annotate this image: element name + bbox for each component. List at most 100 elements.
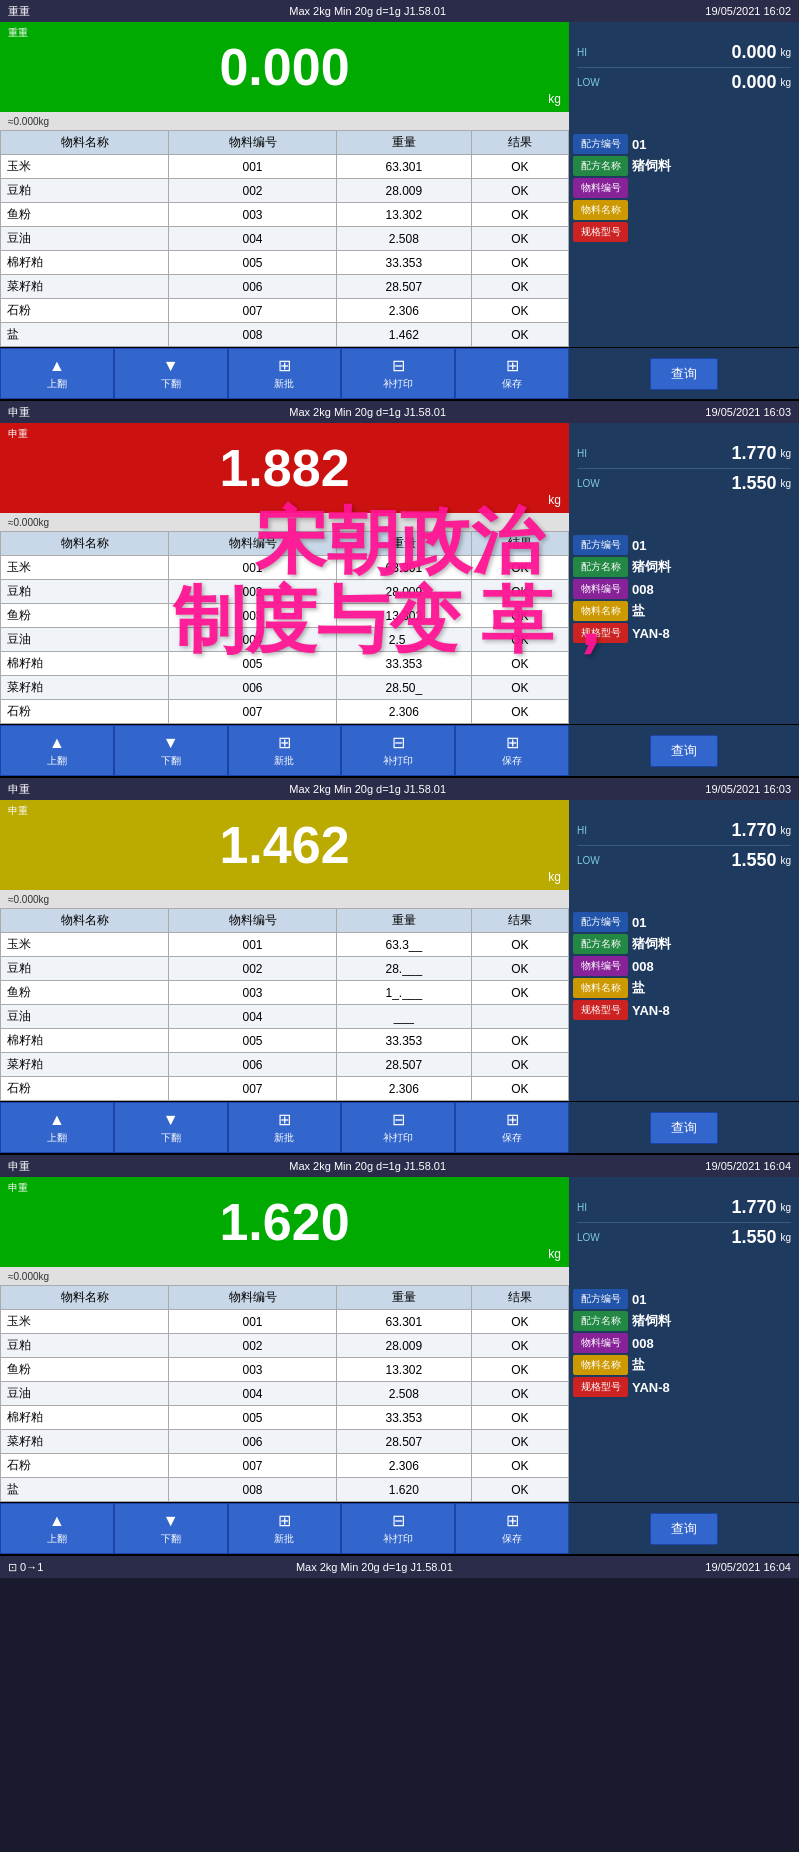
table-cell: 棉籽粕 (1, 1029, 169, 1053)
panel-label-red: 规格型号 (573, 222, 628, 242)
table-row: 豆油0042.5__OK (1, 628, 569, 652)
btn-label-0: 上翻 (47, 377, 67, 391)
table-row: 盐0081.462OK (1, 323, 569, 347)
btn-bar-right: 查询 (569, 1503, 799, 1554)
panel-row: 物料名称 (573, 200, 795, 220)
action-btn-3[interactable]: ⊟ 补打印 (341, 348, 455, 399)
screen-block-1: 申重 Max 2kg Min 20g d=1g J1.58.01 19/05/2… (0, 401, 799, 778)
table-cell: 006 (169, 1430, 337, 1454)
panel-row: 配方名称 猪饲料 (573, 156, 795, 176)
btn-label-2: 新批 (274, 377, 294, 391)
action-btn-1[interactable]: ▼ 下翻 (114, 1503, 228, 1554)
table-cell: OK (471, 652, 568, 676)
table-cell: 28.507 (337, 275, 472, 299)
table-header: 物料名称 (1, 131, 169, 155)
table-cell: 33.353 (337, 1029, 472, 1053)
panel-row: 物料名称 盐 (573, 1355, 795, 1375)
table-row: 石粉0072.306OK (1, 299, 569, 323)
action-btn-4[interactable]: ⊞ 保存 (455, 1102, 569, 1153)
action-btn-2[interactable]: ⊞ 新批 (228, 725, 342, 776)
top-bar-center: Max 2kg Min 20g d=1g J1.58.01 (289, 406, 446, 418)
table-row: 鱼粉00313.302OK (1, 1358, 569, 1382)
zero-line: ≈0.000kg (0, 1267, 569, 1285)
zero-value: ≈0.000kg (8, 894, 49, 905)
table-row: 盐0081.620OK (1, 1478, 569, 1502)
panel-row: 配方名称 猪饲料 (573, 557, 795, 577)
btn-icon-1: ▼ (163, 1512, 179, 1530)
table-cell: 007 (169, 299, 337, 323)
table-row: 豆油0042.508OK (1, 227, 569, 251)
action-btn-2[interactable]: ⊞ 新批 (228, 348, 342, 399)
table-cell: OK (471, 1358, 568, 1382)
table-row: 棉籽粕00533.353OK (1, 251, 569, 275)
btn-bar-left: ▲ 上翻 ▼ 下翻 ⊞ 新批 ⊟ 补打印 ⊞ 保存 (0, 348, 569, 399)
table-cell: 石粉 (1, 1077, 169, 1101)
btn-icon-1: ▼ (163, 734, 179, 752)
low-value: 1.550 (609, 473, 776, 494)
divider (577, 67, 791, 68)
table-cell: 001 (169, 556, 337, 580)
hi-value: 0.000 (609, 42, 776, 63)
action-btn-4[interactable]: ⊞ 保存 (455, 725, 569, 776)
action-btn-3[interactable]: ⊟ 补打印 (341, 1503, 455, 1554)
action-btn-1[interactable]: ▼ 下翻 (114, 725, 228, 776)
action-btn-1[interactable]: ▼ 下翻 (114, 348, 228, 399)
table-cell: 豆油 (1, 1005, 169, 1029)
action-btn-3[interactable]: ⊟ 补打印 (341, 1102, 455, 1153)
panel-value: 盐 (632, 602, 645, 620)
action-btn-3[interactable]: ⊟ 补打印 (341, 725, 455, 776)
table-cell: 008 (169, 1478, 337, 1502)
action-btn-0[interactable]: ▲ 上翻 (0, 1503, 114, 1554)
panel-label-purple: 物料编号 (573, 1333, 628, 1353)
btn-label-4: 保存 (502, 1131, 522, 1145)
hi-value: 1.770 (609, 820, 776, 841)
table-cell: ___ (337, 1005, 472, 1029)
table-cell: OK (471, 275, 568, 299)
weight-value: 1.462 (219, 819, 349, 871)
table-cell: 棉籽粕 (1, 652, 169, 676)
weight-unit: kg (548, 493, 561, 507)
weight-side: HI 1.770 kg LOW 1.550 kg (569, 800, 799, 890)
top-bar-right: 19/05/2021 16:03 (705, 783, 791, 795)
table-row: 棉籽粕00533.353OK (1, 1406, 569, 1430)
table-cell: 28.507 (337, 1430, 472, 1454)
right-panel: 配方编号 01 配方名称 猪饲料 物料编号 008 物料名称 盐 规格型号 YA… (569, 908, 799, 1101)
query-button[interactable]: 查询 (650, 1513, 718, 1545)
query-button[interactable]: 查询 (650, 358, 718, 390)
top-bar: 重重 Max 2kg Min 20g d=1g J1.58.01 19/05/2… (0, 0, 799, 22)
btn-label-2: 新批 (274, 1131, 294, 1145)
table-cell: 63.301 (337, 556, 472, 580)
panel-row: 物料编号 008 (573, 1333, 795, 1353)
action-btn-2[interactable]: ⊞ 新批 (228, 1102, 342, 1153)
action-btn-2[interactable]: ⊞ 新批 (228, 1503, 342, 1554)
action-btn-4[interactable]: ⊞ 保存 (455, 1503, 569, 1554)
table-cell: 2.508 (337, 1382, 472, 1406)
btn-icon-4: ⊞ (506, 1110, 519, 1129)
table-area: 物料名称物料编号重量结果 玉米00163.301OK 豆粕00228.009OK… (0, 130, 569, 347)
table-cell: 003 (169, 1358, 337, 1382)
btn-label-0: 上翻 (47, 754, 67, 768)
action-btn-1[interactable]: ▼ 下翻 (114, 1102, 228, 1153)
weight-label-top: 重重 (8, 26, 28, 40)
btn-bar-right: 查询 (569, 348, 799, 399)
query-button[interactable]: 查询 (650, 735, 718, 767)
btn-label-1: 下翻 (161, 377, 181, 391)
query-button[interactable]: 查询 (650, 1112, 718, 1144)
table-cell: 003 (169, 203, 337, 227)
action-btn-0[interactable]: ▲ 上翻 (0, 348, 114, 399)
action-btn-0[interactable]: ▲ 上翻 (0, 725, 114, 776)
table-row: 豆油004___ (1, 1005, 569, 1029)
table-cell (471, 1005, 568, 1029)
hi-row: HI 0.000 kg (577, 42, 791, 63)
table-header: 物料编号 (169, 1286, 337, 1310)
action-btn-4[interactable]: ⊞ 保存 (455, 348, 569, 399)
weight-side: HI 1.770 kg LOW 1.550 kg (569, 1177, 799, 1267)
btn-label-2: 新批 (274, 754, 294, 768)
table-cell: 006 (169, 676, 337, 700)
table-row: 石粉0072.306OK (1, 700, 569, 724)
btn-icon-1: ▼ (163, 357, 179, 375)
action-btn-0[interactable]: ▲ 上翻 (0, 1102, 114, 1153)
top-bar: 申重 Max 2kg Min 20g d=1g J1.58.01 19/05/2… (0, 778, 799, 800)
weight-label-top: 申重 (8, 1181, 28, 1195)
screen-block-2: 申重 Max 2kg Min 20g d=1g J1.58.01 19/05/2… (0, 778, 799, 1155)
